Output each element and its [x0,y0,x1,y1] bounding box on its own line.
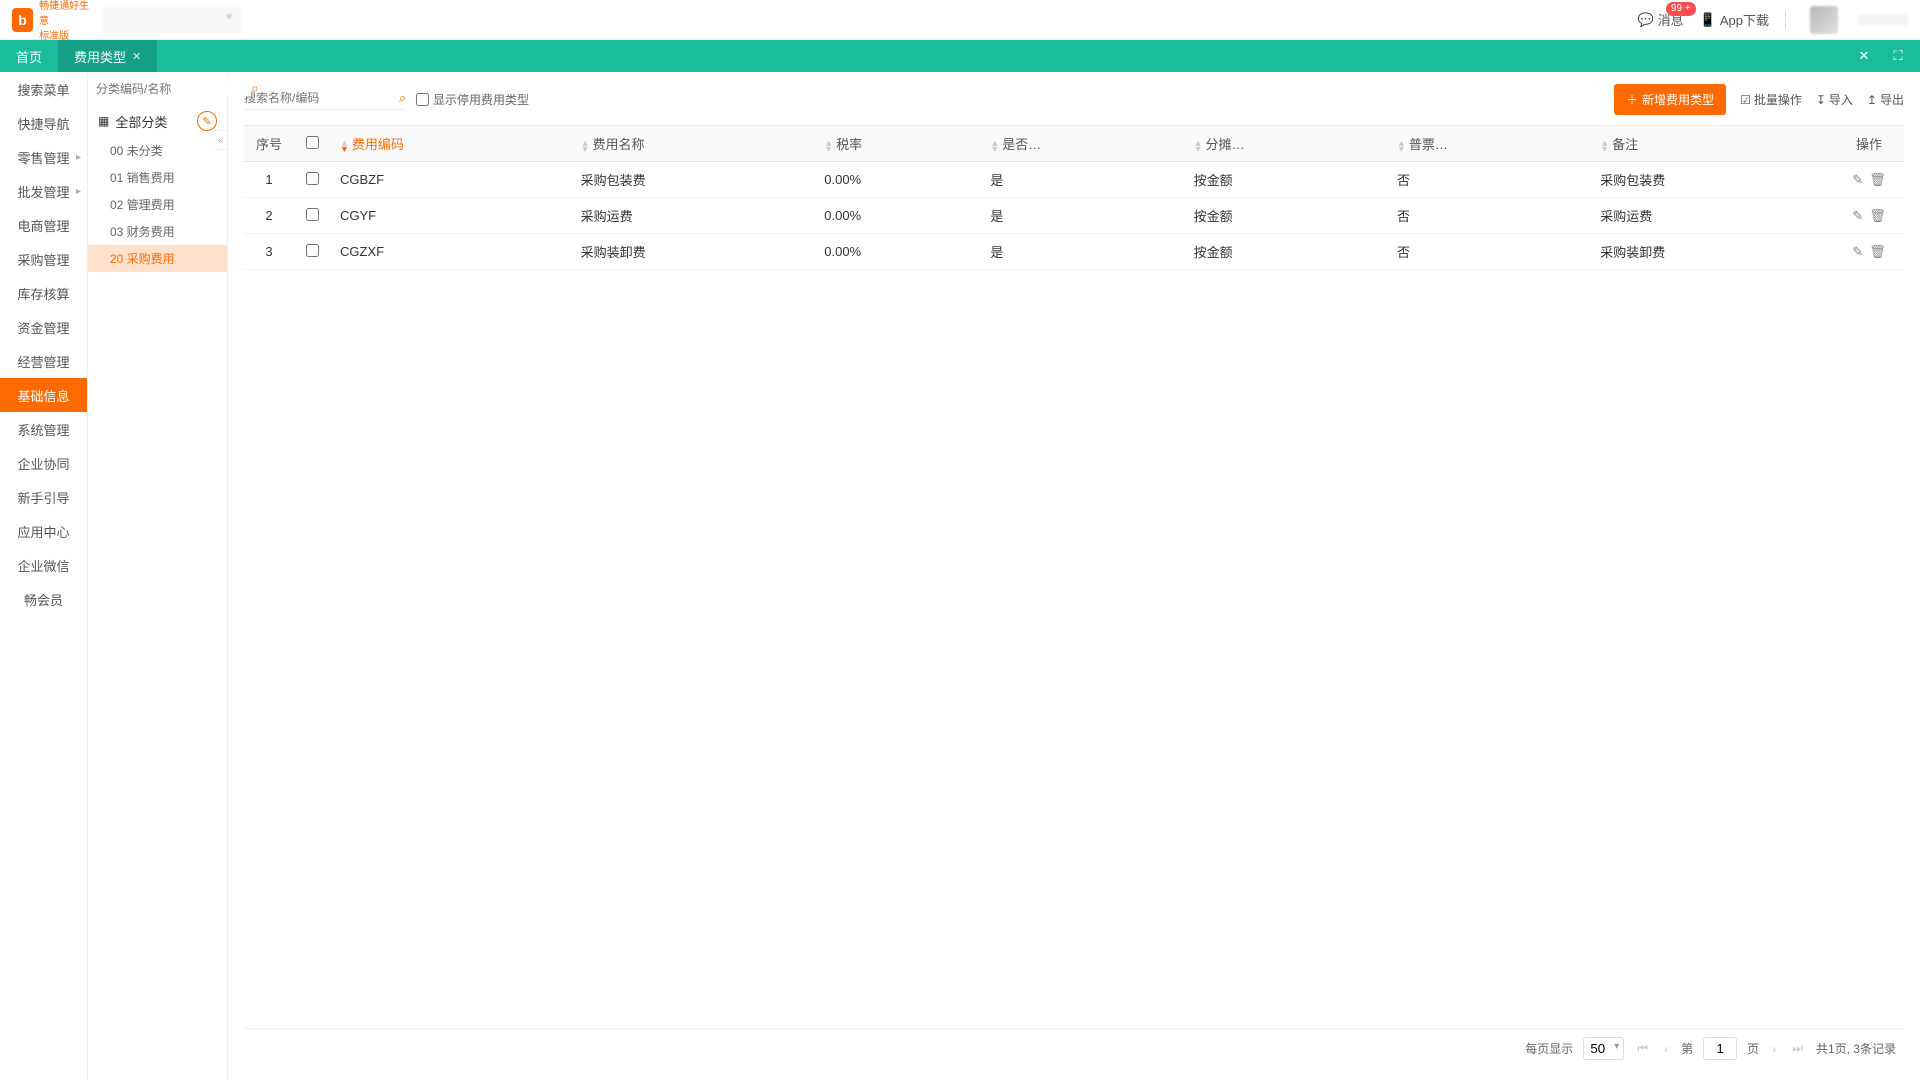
col-yesno[interactable]: ▲▼是否… [980,126,1183,162]
pagination: 每页显示 50 ⏮ ‹ 第 页 › ⏭ 共1页, 3条记录 [244,1028,1904,1068]
next-page-icon[interactable]: › [1769,1042,1779,1056]
search-icon[interactable]: ⌕ [251,80,259,97]
app-download-label: App下载 [1720,10,1769,29]
category-search-input[interactable] [96,82,251,96]
table-header-row: 序号 ▲▼费用编码 ▲▼费用名称 ▲▼税率 ▲▼是否… ▲▼分摊… ▲▼普票… … [244,126,1904,162]
category-item[interactable]: 03 财务费用 [88,218,227,245]
search-box: ⌕ [244,90,404,110]
col-ops: 操作 [1834,126,1904,162]
delete-icon[interactable]: 🗑 [1869,208,1886,223]
nav-item[interactable]: 应用中心 [0,514,87,548]
first-page-icon[interactable]: ⏮ [1634,1041,1651,1056]
phone-icon: 📱 [1700,12,1716,28]
messages-button[interactable]: 💬 消息 99 + [1637,10,1683,29]
page-summary: 共1页, 3条记录 [1816,1040,1896,1057]
main-content: ⌕ 显示停用费用类型 ＋ 新增费用类型 ☑ 批量操作 ↧ 导入 [228,72,1920,1080]
col-checkbox[interactable] [294,126,330,162]
col-ticket[interactable]: ▲▼普票… [1387,126,1590,162]
delete-icon[interactable]: 🗑 [1869,172,1886,187]
edit-icon[interactable]: ✎ [1852,244,1863,259]
col-alloc[interactable]: ▲▼分摊… [1184,126,1387,162]
fullscreen-icon[interactable]: ⛶ [1886,44,1910,68]
category-add-button[interactable]: ✎ [197,111,217,131]
tab-home[interactable]: 首页 [0,40,58,72]
col-tax[interactable]: ▲▼税率 [814,126,980,162]
table-row: 1CGBZF采购包装费0.00%是按金额否采购包装费✎🗑 [244,162,1904,198]
delete-icon[interactable]: 🗑 [1869,244,1886,259]
logo-icon: b [12,8,33,32]
edit-icon[interactable]: ✎ [1852,172,1863,187]
tab-close-button[interactable]: ✕ [1852,44,1876,68]
chat-icon: 💬 [1637,12,1653,28]
nav-item[interactable]: 基础信息 [0,378,87,412]
avatar[interactable] [1810,6,1838,34]
top-header: b 畅捷通好生意 标准版 💬 消息 99 + 📱 App下载 [0,0,1920,40]
table-row: 3CGZXF采购装卸费0.00%是按金额否采购装卸费✎🗑 [244,234,1904,270]
left-nav: 搜索菜单快捷导航零售管理批发管理电商管理采购管理库存核算资金管理经营管理基础信息… [0,72,88,1080]
app-download-button[interactable]: 📱 App下载 [1700,10,1769,29]
logo: b 畅捷通好生意 标准版 [12,0,92,42]
table: 序号 ▲▼费用编码 ▲▼费用名称 ▲▼税率 ▲▼是否… ▲▼分摊… ▲▼普票… … [244,125,1904,1028]
nav-item[interactable]: 企业协同 [0,446,87,480]
nav-item[interactable]: 畅会员 [0,582,87,616]
edit-icon[interactable]: ✎ [1852,208,1863,223]
category-item[interactable]: 01 销售费用 [88,164,227,191]
prev-page-icon[interactable]: ‹ [1661,1042,1671,1056]
category-all[interactable]: ▦ 全部分类 ✎ [88,105,227,137]
nav-item[interactable]: 新手引导 [0,480,87,514]
table-row: 2CGYF采购运费0.00%是按金额否采购运费✎🗑 [244,198,1904,234]
row-checkbox[interactable] [306,172,319,185]
category-list: 00 未分类01 销售费用02 管理费用03 财务费用20 采购费用 [88,137,227,272]
collapse-icon[interactable]: « [214,130,228,150]
nav-item[interactable]: 零售管理 [0,140,87,174]
select-all-checkbox[interactable] [306,136,319,149]
nav-item[interactable]: 企业微信 [0,548,87,582]
category-item[interactable]: 00 未分类 [88,137,227,164]
logo-text: 畅捷通好生意 [39,0,92,27]
category-search: ⌕ [88,72,227,105]
org-selector[interactable] [102,7,242,33]
import-icon: ↧ [1816,93,1826,107]
close-icon[interactable]: ✕ [132,50,141,63]
tab-fee-type[interactable]: 费用类型 ✕ [58,40,157,72]
col-code[interactable]: ▲▼费用编码 [330,126,571,162]
nav-item[interactable]: 快捷导航 [0,106,87,140]
user-name [1858,14,1908,26]
toolbar: ⌕ 显示停用费用类型 ＋ 新增费用类型 ☑ 批量操作 ↧ 导入 [244,84,1904,115]
row-checkbox[interactable] [306,208,319,221]
page-input[interactable] [1703,1037,1737,1060]
tab-bar: 首页 费用类型 ✕ ✕ ⛶ [0,40,1920,72]
search-icon[interactable]: ⌕ [399,90,406,106]
row-checkbox[interactable] [306,244,319,257]
nav-item[interactable]: 库存核算 [0,276,87,310]
nav-item[interactable]: 电商管理 [0,208,87,242]
header-actions: 💬 消息 99 + 📱 App下载 [1637,6,1908,34]
grid-icon: ▦ [98,114,109,128]
nav-item[interactable]: 批发管理 [0,174,87,208]
nav-item[interactable]: 资金管理 [0,310,87,344]
col-remark[interactable]: ▲▼备注 [1590,126,1834,162]
category-item[interactable]: 20 采购费用 [88,245,227,272]
nav-item[interactable]: 搜索菜单 [0,72,87,106]
page-size-select[interactable]: 50 [1583,1037,1624,1060]
export-button[interactable]: ↥ 导出 [1867,91,1904,108]
col-name[interactable]: ▲▼费用名称 [571,126,815,162]
nav-item[interactable]: 系统管理 [0,412,87,446]
search-input[interactable] [244,91,399,105]
nav-item[interactable]: 采购管理 [0,242,87,276]
category-panel: ⌕ ▦ 全部分类 ✎ « 00 未分类01 销售费用02 管理费用03 财务费用… [88,72,228,1080]
batch-action-button[interactable]: ☑ 批量操作 [1740,91,1802,108]
export-icon: ↥ [1867,93,1877,107]
messages-badge: 99 + [1666,2,1696,16]
import-button[interactable]: ↧ 导入 [1816,91,1853,108]
nav-item[interactable]: 经营管理 [0,344,87,378]
add-fee-type-button[interactable]: ＋ 新增费用类型 [1614,84,1726,115]
edit-icon: ☑ [1740,93,1751,107]
col-seq[interactable]: 序号 [244,126,294,162]
last-page-icon[interactable]: ⏭ [1789,1041,1806,1056]
plus-icon: ＋ [1626,91,1638,108]
category-item[interactable]: 02 管理费用 [88,191,227,218]
show-disabled-checkbox[interactable]: 显示停用费用类型 [416,91,529,108]
